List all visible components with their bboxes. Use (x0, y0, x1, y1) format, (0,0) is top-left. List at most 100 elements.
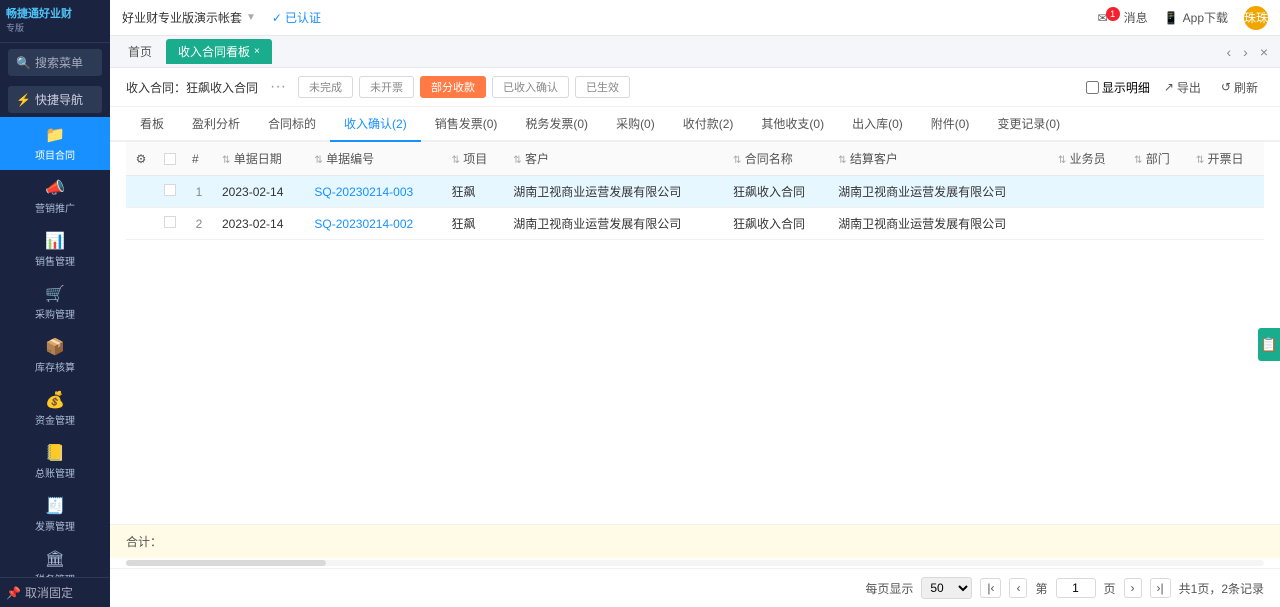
page-suffix: 页 (1104, 580, 1116, 597)
subtab-1[interactable]: 盈利分析 (178, 107, 254, 142)
subtab-2[interactable]: 合同标的 (254, 107, 330, 142)
tab-close-all-button[interactable]: × (1256, 42, 1272, 62)
records-table: ⚙ # ⇅ 单据日期 ⇅ 单据编号 ⇅ 项目 ⇅ 客户 ⇅ 合同名称 ⇅ 结算客… (126, 142, 1264, 240)
td-contract-name-0: 狂飙收入合同 (725, 176, 830, 208)
sidebar-bottom-action[interactable]: 📌 取消固定 (0, 577, 110, 607)
show-detail-input[interactable] (1086, 81, 1099, 94)
sidebar: 畅捷通好业财 专版 🔍 搜索菜单 ⚡ 快捷导航 📁项目合同📣营销推广📊销售管理🛒… (0, 0, 110, 607)
scrollbar-track[interactable] (126, 560, 1264, 566)
last-page-button[interactable]: ›| (1150, 578, 1171, 598)
company-selector[interactable]: 好业财专业版演示帐套 ▼ (122, 9, 256, 26)
current-page-input[interactable] (1056, 578, 1096, 598)
th-bill-no[interactable]: ⇅ 单据编号 (306, 142, 443, 176)
sidebar-search-section: 🔍 搜索菜单 (0, 43, 110, 82)
tab-nav: ‹ › × (1222, 42, 1272, 62)
td-date-1: 2023-02-14 (214, 208, 306, 240)
per-page-select[interactable]: 50 20 100 (921, 577, 972, 599)
search-menu-button[interactable]: 🔍 搜索菜单 (8, 49, 102, 76)
th-settlement-customer[interactable]: ⇅ 结算客户 (830, 142, 1050, 176)
td-check-0[interactable] (156, 176, 184, 208)
td-check-1[interactable] (156, 208, 184, 240)
export-button[interactable]: ↗ 导出 (1158, 77, 1207, 98)
sort-icon: ⇅ (733, 155, 741, 166)
export-label: 导出 (1177, 79, 1201, 96)
th-invoice-date[interactable]: ⇅ 开票日 (1188, 142, 1264, 176)
sidebar-item-7[interactable]: 🧾 发票管理 (0, 488, 110, 541)
subtab-7[interactable]: 收付款(2) (669, 107, 748, 142)
tab-close-button[interactable]: × (254, 46, 260, 57)
status-badge-active[interactable]: 已生效 (575, 76, 630, 98)
th-department[interactable]: ⇅ 部门 (1126, 142, 1188, 176)
topbar-right: ✉ 1 消息 📱 App下载 珠珠 (1098, 6, 1268, 30)
sidebar-item-0[interactable]: 📁项目合同 (0, 117, 110, 170)
show-detail-checkbox[interactable]: 显示明细 (1086, 79, 1150, 96)
subtab-6[interactable]: 采购(0) (602, 107, 669, 142)
contract-title: 收入合同：狂飙收入合同 (126, 79, 258, 96)
row-checkbox-1[interactable] (164, 216, 176, 228)
sidebar-item-2[interactable]: 📊销售管理 (0, 223, 110, 276)
subtab-10[interactable]: 附件(0) (917, 107, 984, 142)
prev-page-button[interactable]: ‹ (1009, 578, 1027, 598)
td-project-0: 狂飙 (443, 176, 505, 208)
sidebar-item-8[interactable]: 🏛税务管理 (0, 541, 110, 577)
td-settings-1 (126, 208, 156, 240)
message-action[interactable]: ✉ 1 消息 (1098, 9, 1148, 26)
unpin-label: 取消固定 (25, 584, 73, 601)
total-info: 共1页，2条记录 (1179, 580, 1264, 597)
float-action-icon[interactable]: 📋 (1260, 336, 1277, 353)
first-page-button[interactable]: |‹ (980, 578, 1001, 598)
subtab-3[interactable]: 收入确认(2) (330, 107, 421, 142)
sidebar-label-7: 发票管理 (35, 518, 75, 533)
th-project[interactable]: ⇅ 项目 (443, 142, 505, 176)
bill-no-link-1[interactable]: SQ-20230214-002 (314, 217, 413, 231)
table-body: 1 2023-02-14 SQ-20230214-003 狂飙 湖南卫视商业运营… (126, 176, 1264, 240)
subtab-0[interactable]: 看板 (126, 107, 178, 142)
subtab-4[interactable]: 销售发票(0) (421, 107, 512, 142)
status-badge-incomplete[interactable]: 未完成 (298, 76, 353, 98)
select-all-checkbox[interactable] (164, 153, 176, 165)
subtab-8[interactable]: 其他收支(0) (747, 107, 838, 142)
sort-icon: ⇅ (314, 155, 322, 166)
sidebar-label-6: 总账管理 (35, 465, 75, 480)
th-salesperson[interactable]: ⇅ 业务员 (1050, 142, 1126, 176)
table-row: 1 2023-02-14 SQ-20230214-003 狂飙 湖南卫视商业运营… (126, 176, 1264, 208)
contract-more-button[interactable]: ··· (270, 78, 286, 96)
contract-header: 收入合同：狂飙收入合同 ··· 未完成未开票部分收款已收入确认已生效 显示明细 … (110, 68, 1280, 107)
sidebar-item-6[interactable]: 📒总账管理 (0, 435, 110, 488)
th-date[interactable]: ⇅ 单据日期 (214, 142, 306, 176)
settings-icon[interactable]: ⚙ (136, 152, 147, 166)
th-customer[interactable]: ⇅ 客户 (505, 142, 725, 176)
status-badge-partial[interactable]: 部分收款 (420, 76, 486, 98)
sidebar-item-3[interactable]: 🛒采购管理 (0, 276, 110, 329)
app-download-action[interactable]: 📱 App下载 (1164, 9, 1228, 26)
refresh-button[interactable]: ↺ 刷新 (1215, 77, 1264, 98)
quick-nav-button[interactable]: ⚡ 快捷导航 (8, 86, 102, 113)
td-salesperson-1 (1050, 208, 1126, 240)
row-checkbox-0[interactable] (164, 184, 176, 196)
active-tab[interactable]: 收入合同看板 × (166, 39, 272, 64)
status-badge-noinvoice[interactable]: 未开票 (359, 76, 414, 98)
status-badge-confirmed[interactable]: 已收入确认 (492, 76, 569, 98)
scrollbar-thumb[interactable] (126, 560, 326, 566)
sidebar-icon-5: 💰 (45, 390, 65, 410)
subtab-5[interactable]: 税务发票(0) (511, 107, 602, 142)
sidebar-label-0: 项目合同 (35, 147, 75, 162)
td-invoice-date-1 (1188, 208, 1264, 240)
th-contract-name[interactable]: ⇅ 合同名称 (725, 142, 830, 176)
sidebar-item-5[interactable]: 💰资金管理 (0, 382, 110, 435)
avatar[interactable]: 珠珠 (1244, 6, 1268, 30)
sidebar-icon-8: 🏛 (45, 549, 65, 569)
subtab-9[interactable]: 出入库(0) (838, 107, 917, 142)
sidebar-icon-7: 🧾 (45, 496, 65, 516)
sidebar-item-1[interactable]: 📣营销推广 (0, 170, 110, 223)
sidebar-label-4: 库存核算 (35, 359, 75, 374)
home-tab[interactable]: 首页 (118, 39, 162, 64)
cert-label: 已认证 (285, 9, 321, 26)
bill-no-link-0[interactable]: SQ-20230214-003 (314, 185, 413, 199)
subtab-11[interactable]: 变更记录(0) (983, 107, 1074, 142)
tab-next-button[interactable]: › (1239, 42, 1252, 62)
tab-prev-button[interactable]: ‹ (1222, 42, 1235, 62)
td-salesperson-0 (1050, 176, 1126, 208)
sidebar-item-4[interactable]: 📦库存核算 (0, 329, 110, 382)
next-page-button[interactable]: › (1124, 578, 1142, 598)
